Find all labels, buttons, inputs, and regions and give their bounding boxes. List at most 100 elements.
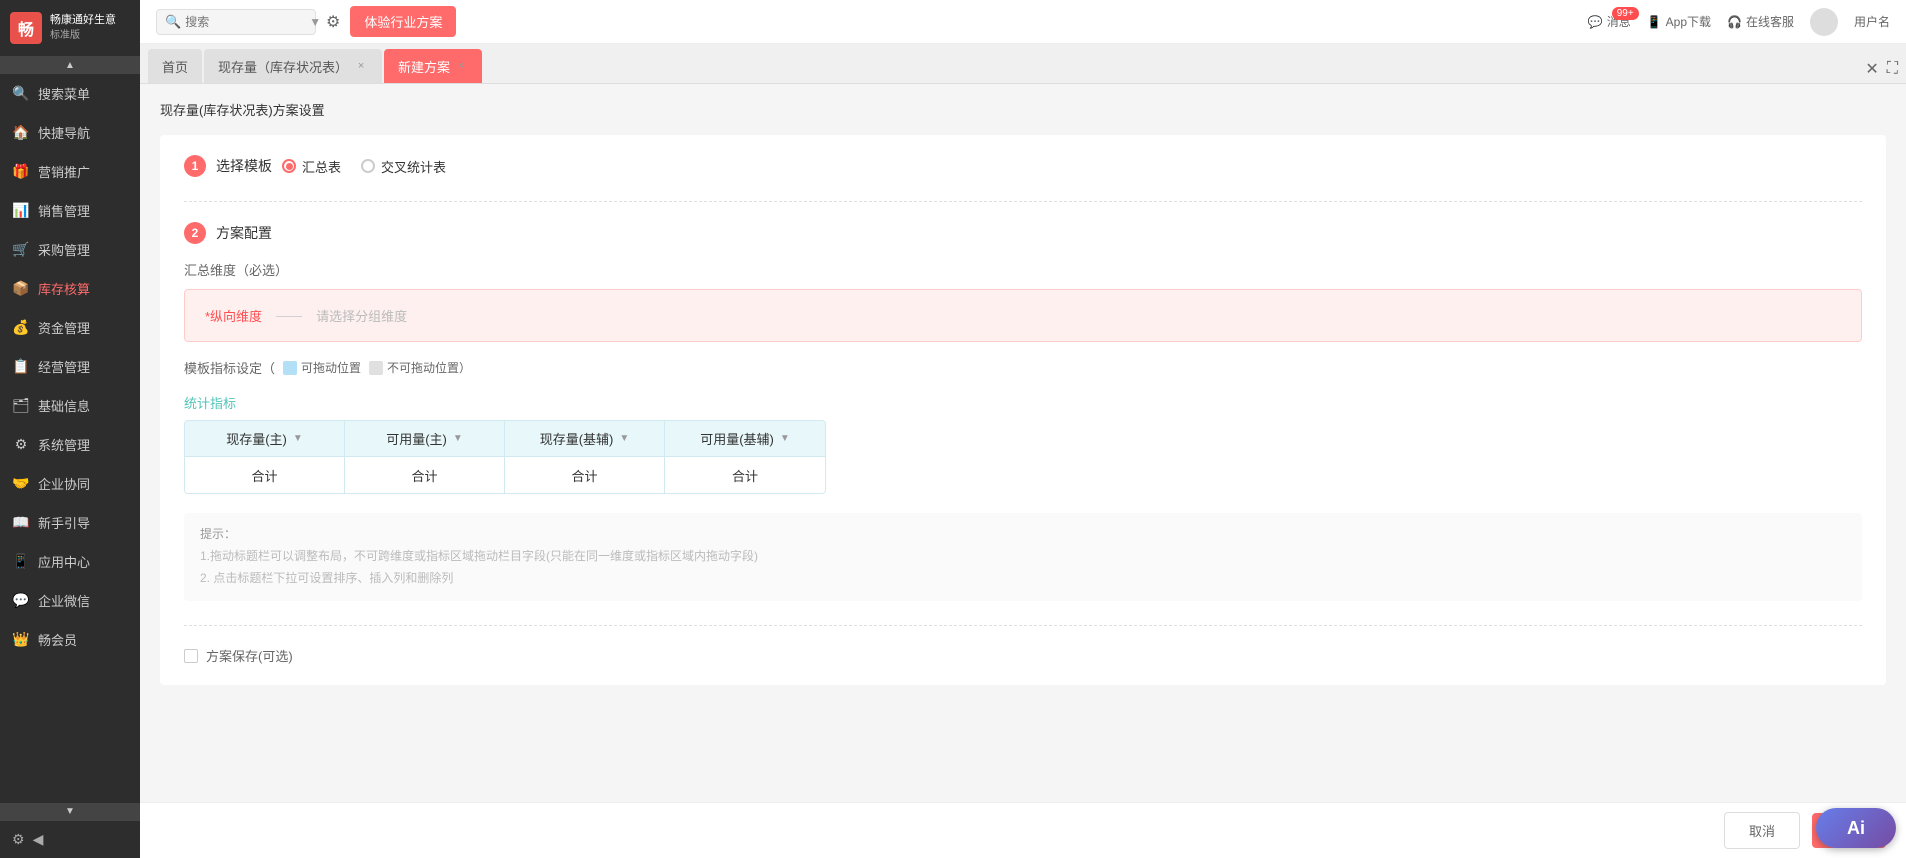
tab-home[interactable]: 首页 bbox=[148, 49, 202, 83]
search-menu-icon: 🔍 bbox=[12, 85, 30, 103]
step-divider-1 bbox=[184, 201, 1862, 202]
dim-divider: —— bbox=[276, 308, 302, 323]
sidebar-scroll-up[interactable]: ▲ bbox=[0, 57, 140, 74]
app-download-btn[interactable]: 📱 App下载 bbox=[1647, 13, 1711, 30]
step-divider-2 bbox=[184, 625, 1862, 626]
radio-cross-circle bbox=[361, 159, 375, 173]
sidebar-item-new-guide-label: 新手引导 bbox=[38, 513, 90, 532]
message-icon: 💬 bbox=[1588, 15, 1603, 29]
tips-section: 提示： 1.拖动标题栏可以调整布局，不可跨维度或指标区域拖动栏目字段(只能在同一… bbox=[184, 513, 1862, 601]
stats-col-0-header-label: 现存量(主) bbox=[226, 429, 287, 448]
topbar-settings-icon[interactable]: ⚙ bbox=[326, 12, 340, 32]
messages-badge: 99+ bbox=[1612, 7, 1639, 20]
sidebar-item-inventory[interactable]: 📦 库存核算 bbox=[0, 269, 140, 308]
stats-col-3-header[interactable]: 可用量(基辅) ▼ bbox=[665, 421, 825, 457]
sidebar-item-enterprise-wechat[interactable]: 💬 企业微信 bbox=[0, 581, 140, 620]
content-area: 现存量(库存状况表)方案设置 1 选择模板 汇总表 交叉统计表 bbox=[140, 84, 1906, 802]
tip-item-0: 1.拖动标题栏可以调整布局，不可跨维度或指标区域拖动栏目字段(只能在同一维度或指… bbox=[200, 546, 1846, 568]
step1-section: 1 选择模板 汇总表 交叉统计表 bbox=[184, 155, 1862, 177]
tab-inventory[interactable]: 现存量（库存状况表） × bbox=[204, 49, 382, 83]
dim-highlight-box: *纵向维度 —— 请选择分组维度 bbox=[184, 289, 1862, 342]
tab-expand-icon[interactable]: ⛶ bbox=[1887, 60, 1898, 78]
search-box[interactable]: 🔍 ▼ bbox=[156, 9, 316, 35]
members-icon: 👑 bbox=[12, 631, 30, 649]
ai-fab-label: Ai bbox=[1847, 818, 1865, 839]
indicator-settings: 模板指标设定（ 可拖动位置 不可拖动位置） bbox=[184, 358, 1862, 377]
sidebar-item-finance[interactable]: 💰 资金管理 bbox=[0, 308, 140, 347]
sidebar-item-system[interactable]: ⚙ 系统管理 bbox=[0, 425, 140, 464]
save-option: 方案保存(可选) bbox=[184, 646, 1862, 665]
stats-col-1-chevron[interactable]: ▼ bbox=[453, 433, 463, 444]
cancel-button[interactable]: 取消 bbox=[1724, 812, 1800, 849]
sidebar-item-purchase-label: 采购管理 bbox=[38, 240, 90, 259]
tab-inventory-label: 现存量（库存状况表） bbox=[218, 57, 348, 76]
page-title: 现存量(库存状况表)方案设置 bbox=[160, 100, 1886, 119]
stats-col-2-header-label: 现存量(基辅) bbox=[540, 429, 614, 448]
collapse-footer-btn[interactable]: ◀ bbox=[33, 831, 44, 848]
sidebar-item-members[interactable]: 👑 畅会员 bbox=[0, 620, 140, 659]
sidebar-item-sales-label: 销售管理 bbox=[38, 201, 90, 220]
tab-close-icon[interactable]: ✕ bbox=[1865, 59, 1878, 79]
tip-item-1: 2. 点击标题栏下拉可设置排序、插入列和删除列 bbox=[200, 568, 1846, 590]
search-icon: 🔍 bbox=[165, 14, 181, 30]
indicator-label-text: 模板指标设定（ bbox=[184, 358, 275, 377]
sidebar-item-purchase[interactable]: 🛒 采购管理 bbox=[0, 230, 140, 269]
brand-edition: 标准版 bbox=[50, 29, 116, 43]
search-input[interactable] bbox=[185, 15, 305, 29]
online-service-btn[interactable]: 🎧 在线客服 bbox=[1727, 13, 1794, 30]
ai-fab-button[interactable]: Ai bbox=[1816, 808, 1896, 848]
tab-new-scheme-close-icon[interactable]: × bbox=[454, 59, 468, 73]
sidebar-item-app-center-label: 应用中心 bbox=[38, 552, 90, 571]
sidebar-item-corporate[interactable]: 🤝 企业协同 bbox=[0, 464, 140, 503]
sidebar-item-corporate-label: 企业协同 bbox=[38, 474, 90, 493]
sidebar-item-basic-info-label: 基础信息 bbox=[38, 396, 90, 415]
brand-icon: 畅 bbox=[10, 12, 42, 44]
radio-summary-label: 汇总表 bbox=[302, 157, 341, 176]
stats-col-1-header-label: 可用量(主) bbox=[386, 429, 447, 448]
sidebar-item-quick-nav[interactable]: 🏠 快捷导航 bbox=[0, 113, 140, 152]
stats-col-2-chevron[interactable]: ▼ bbox=[619, 433, 629, 444]
legend-draggable-label: 可拖动位置 bbox=[301, 359, 361, 376]
step1-header: 1 选择模板 汇总表 交叉统计表 bbox=[184, 155, 1862, 177]
tab-new-scheme[interactable]: 新建方案 × bbox=[384, 49, 482, 83]
sales-icon: 📊 bbox=[12, 202, 30, 220]
sidebar-item-operations[interactable]: 📋 经营管理 bbox=[0, 347, 140, 386]
stats-col-3-header-label: 可用量(基辅) bbox=[700, 429, 774, 448]
main-area: 🔍 ▼ ⚙ 体验行业方案 💬 消息 99+ 📱 App下载 🎧 在线客服 用户名 bbox=[140, 0, 1906, 858]
tab-inventory-close-icon[interactable]: × bbox=[354, 59, 368, 73]
sidebar-item-app-center[interactable]: 📱 应用中心 bbox=[0, 542, 140, 581]
sidebar-item-basic-info[interactable]: 🗂 基础信息 bbox=[0, 386, 140, 425]
save-checkbox[interactable] bbox=[184, 649, 198, 663]
search-chevron-icon[interactable]: ▼ bbox=[309, 15, 321, 29]
stats-col-0-chevron[interactable]: ▼ bbox=[293, 433, 303, 444]
radio-cross[interactable]: 交叉统计表 bbox=[361, 157, 446, 176]
basic-info-icon: 🗂 bbox=[12, 397, 30, 415]
stats-table-header-row: 现存量(主) ▼ 合计 可用量(主) ▼ 合计 bbox=[185, 421, 825, 493]
stats-col-2-header[interactable]: 现存量(基辅) ▼ bbox=[505, 421, 664, 457]
sidebar-item-finance-label: 资金管理 bbox=[38, 318, 90, 337]
sidebar-item-new-guide[interactable]: 📖 新手引导 bbox=[0, 503, 140, 542]
radio-summary[interactable]: 汇总表 bbox=[282, 157, 341, 176]
stats-col-0-body: 合计 bbox=[185, 457, 344, 493]
sidebar-item-sales[interactable]: 📊 销售管理 bbox=[0, 191, 140, 230]
config-panel: 1 选择模板 汇总表 交叉统计表 bbox=[160, 135, 1886, 685]
sidebar-item-marketing[interactable]: 🎁 营销推广 bbox=[0, 152, 140, 191]
corporate-icon: 🤝 bbox=[12, 475, 30, 493]
stats-col-3-chevron[interactable]: ▼ bbox=[780, 433, 790, 444]
sidebar-scroll-down[interactable]: ▼ bbox=[0, 803, 140, 820]
tabbar: 首页 现存量（库存状况表） × 新建方案 × ✕ ⛶ bbox=[140, 44, 1906, 84]
messages-btn[interactable]: 💬 消息 99+ bbox=[1588, 13, 1631, 30]
username-label: 用户名 bbox=[1854, 13, 1890, 30]
dim-placeholder[interactable]: 请选择分组维度 bbox=[316, 306, 407, 325]
legend-non-draggable-item: 不可拖动位置） bbox=[369, 359, 471, 376]
vertical-dim-row: *纵向维度 —— 请选择分组维度 bbox=[205, 306, 1841, 325]
sidebar-item-operations-label: 经营管理 bbox=[38, 357, 90, 376]
sidebar-item-inventory-label: 库存核算 bbox=[38, 279, 90, 298]
trial-btn[interactable]: 体验行业方案 bbox=[350, 6, 456, 37]
indicator-settings-label: 模板指标设定（ 可拖动位置 不可拖动位置） bbox=[184, 358, 1862, 377]
sidebar-item-search-menu[interactable]: 🔍 搜索菜单 bbox=[0, 74, 140, 113]
stats-col-0-header[interactable]: 现存量(主) ▼ bbox=[185, 421, 344, 457]
bottom-bar: 取消 查询 bbox=[140, 802, 1906, 858]
stats-col-1-header[interactable]: 可用量(主) ▼ bbox=[345, 421, 504, 457]
settings-footer-btn[interactable]: ⚙ bbox=[12, 831, 25, 848]
